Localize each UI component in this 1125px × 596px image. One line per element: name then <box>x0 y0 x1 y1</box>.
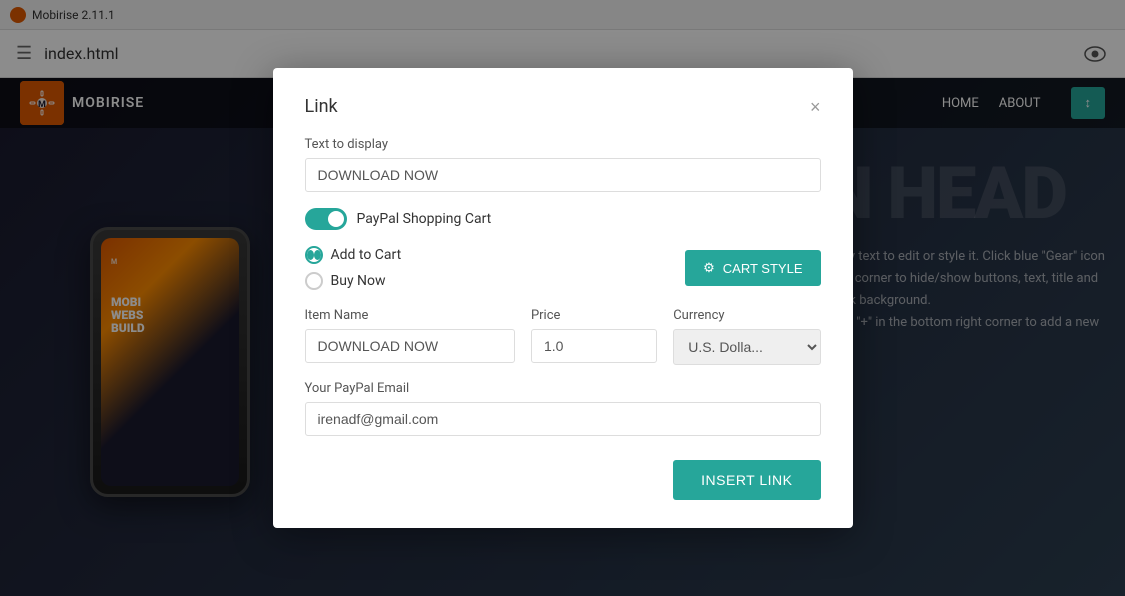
currency-select[interactable]: U.S. Dolla... Euro (EUR) British Pound (… <box>673 329 820 365</box>
radio-buy-now[interactable]: Buy Now <box>305 272 402 290</box>
modal-close-button[interactable]: × <box>810 98 821 116</box>
item-name-group: Item Name <box>305 308 515 365</box>
modal-header: Link × <box>305 96 821 117</box>
radio-add-to-cart-label: Add to Cart <box>331 247 402 263</box>
price-group: Price <box>531 308 657 365</box>
radio-add-to-cart-circle <box>305 246 323 264</box>
currency-group: Currency U.S. Dolla... Euro (EUR) Britis… <box>673 308 820 365</box>
paypal-email-group: Your PayPal Email <box>305 381 821 436</box>
radio-buy-now-label: Buy Now <box>331 273 386 289</box>
radio-add-to-cart[interactable]: Add to Cart <box>305 246 402 264</box>
price-label: Price <box>531 308 657 323</box>
cart-style-button[interactable]: ⚙ CART STYLE <box>685 250 820 286</box>
paypal-toggle[interactable] <box>305 208 347 230</box>
modal-overlay: Link × Text to display PayPal Shopping C… <box>0 0 1125 596</box>
modal-title: Link <box>305 96 338 117</box>
text-to-display-label: Text to display <box>305 137 821 152</box>
radio-cart-row: Add to Cart Buy Now ⚙ CART STYLE <box>305 246 821 290</box>
radio-buy-now-circle <box>305 272 323 290</box>
modal-footer: INSERT LINK <box>305 460 821 500</box>
item-price-currency-row: Item Name Price Currency U.S. Dolla... E… <box>305 308 821 365</box>
price-input[interactable] <box>531 329 657 363</box>
paypal-email-input[interactable] <box>305 402 821 436</box>
link-modal: Link × Text to display PayPal Shopping C… <box>273 68 853 528</box>
currency-label: Currency <box>673 308 820 323</box>
toggle-knob <box>328 211 344 227</box>
text-to-display-input[interactable] <box>305 158 821 192</box>
paypal-email-label: Your PayPal Email <box>305 381 821 396</box>
text-to-display-group: Text to display <box>305 137 821 192</box>
cart-style-label: CART STYLE <box>723 261 803 276</box>
radio-options: Add to Cart Buy Now <box>305 246 402 290</box>
item-name-input[interactable] <box>305 329 515 363</box>
paypal-toggle-row: PayPal Shopping Cart <box>305 208 821 230</box>
gear-icon: ⚙ <box>703 260 715 276</box>
item-name-label: Item Name <box>305 308 515 323</box>
insert-link-button[interactable]: INSERT LINK <box>673 460 820 500</box>
paypal-toggle-label: PayPal Shopping Cart <box>357 211 492 227</box>
